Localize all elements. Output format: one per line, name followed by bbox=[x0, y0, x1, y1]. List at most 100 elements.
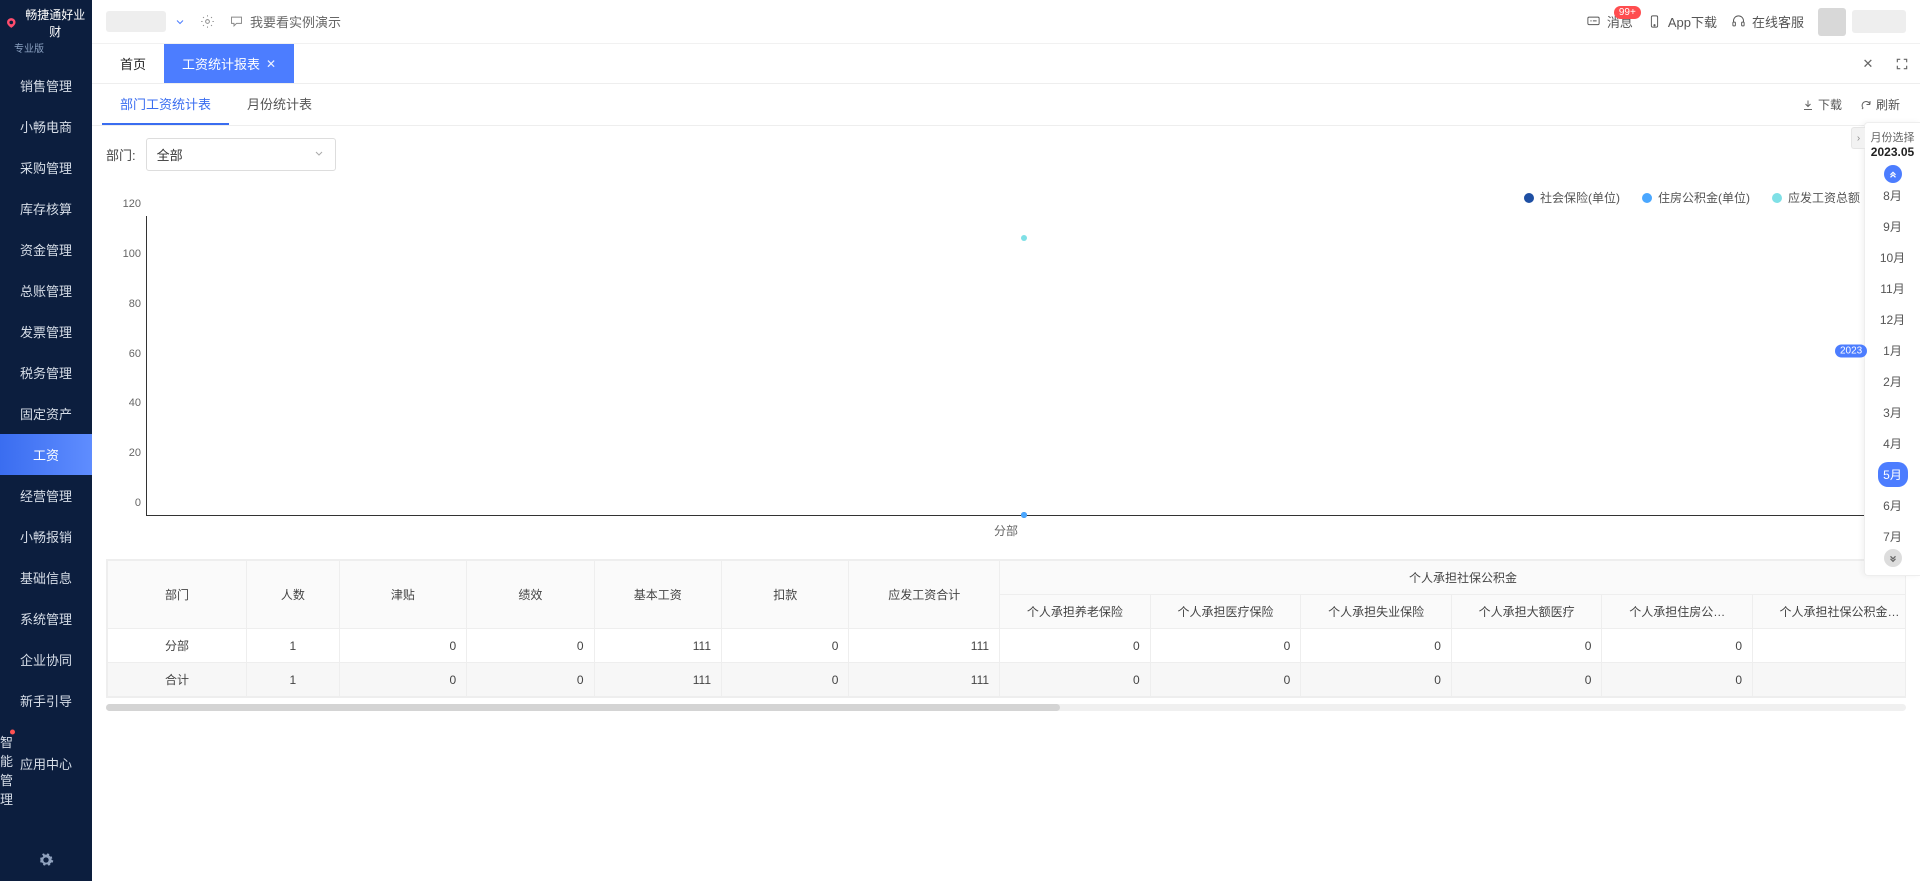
sidebar-item-6[interactable]: 发票管理 bbox=[0, 311, 92, 352]
th-allowance: 津贴 bbox=[339, 561, 466, 629]
sidebar-item-13[interactable]: 系统管理 bbox=[0, 598, 92, 639]
month-panel-value: 2023.05 bbox=[1871, 145, 1914, 159]
month-option[interactable]: 6月 bbox=[1865, 493, 1920, 518]
org-switcher[interactable] bbox=[106, 11, 186, 32]
tab-salary-label: 工资统计报表 bbox=[182, 54, 260, 73]
sidebar-item-9[interactable]: 工资 bbox=[0, 434, 92, 475]
mobile-icon bbox=[1647, 14, 1662, 29]
month-option[interactable]: 10月 bbox=[1865, 245, 1920, 270]
month-selector-panel: › 月份选择 2023.05 8月9月10月11月12月1月20232月3月4月… bbox=[1864, 122, 1920, 576]
headset-icon bbox=[1731, 14, 1746, 29]
sidebar-item-16[interactable]: 智能管理 bbox=[0, 721, 10, 743]
sidebar: 畅捷通好业财 专业版 销售管理小畅电商采购管理库存核算资金管理总账管理发票管理税… bbox=[0, 0, 92, 881]
subtab-dept-stats[interactable]: 部门工资统计表 bbox=[102, 84, 229, 125]
settings-icon[interactable] bbox=[0, 842, 92, 881]
download-button[interactable]: 下载 bbox=[1802, 96, 1842, 113]
month-scroll-down[interactable] bbox=[1884, 549, 1902, 567]
th-s2: 个人承担医疗保险 bbox=[1150, 595, 1301, 629]
org-settings-icon[interactable] bbox=[200, 14, 215, 29]
y-tick: 60 bbox=[111, 348, 141, 360]
th-dept: 部门 bbox=[108, 561, 247, 629]
month-option[interactable]: 1月2023 bbox=[1865, 338, 1920, 363]
year-marker: 2023 bbox=[1835, 344, 1867, 357]
month-option[interactable]: 8月 bbox=[1865, 183, 1920, 208]
subtabs: 部门工资统计表 月份统计表 bbox=[102, 84, 330, 125]
brand-edition: 专业版 bbox=[4, 40, 88, 55]
sidebar-item-15[interactable]: 新手引导 bbox=[0, 680, 92, 721]
horizontal-scrollbar[interactable] bbox=[106, 704, 1906, 711]
message-icon bbox=[1586, 14, 1601, 29]
support-button[interactable]: 在线客服 bbox=[1731, 12, 1804, 31]
dept-label: 部门: bbox=[106, 145, 136, 164]
y-tick: 100 bbox=[111, 248, 141, 260]
month-panel-title: 月份选择 bbox=[1871, 129, 1915, 145]
sidebar-item-7[interactable]: 税务管理 bbox=[0, 352, 92, 393]
messages-badge: 99+ bbox=[1614, 6, 1641, 19]
th-base: 基本工资 bbox=[594, 561, 721, 629]
month-option[interactable]: 9月 bbox=[1865, 214, 1920, 239]
chevron-down-icon bbox=[313, 147, 325, 162]
y-tick: 20 bbox=[111, 447, 141, 459]
table-row: 合计1001110111000000 bbox=[108, 663, 1907, 697]
legend-item[interactable]: 应发工资总额 bbox=[1772, 189, 1860, 206]
th-s5: 个人承担住房公… bbox=[1602, 595, 1753, 629]
y-tick: 0 bbox=[111, 497, 141, 509]
month-option[interactable]: 5月 bbox=[1878, 462, 1908, 487]
chart: 社会保险(单位)住房公积金(单位)应发工资总额 020406080100120 … bbox=[92, 183, 1920, 549]
th-group: 个人承担社保公积金 bbox=[1000, 561, 1906, 595]
fullscreen-button[interactable] bbox=[1890, 52, 1914, 76]
th-deduct: 扣款 bbox=[722, 561, 849, 629]
sidebar-item-8[interactable]: 固定资产 bbox=[0, 393, 92, 434]
dept-value: 全部 bbox=[157, 148, 183, 163]
demo-link[interactable]: 我要看实例演示 bbox=[229, 12, 341, 31]
app-download-button[interactable]: App下载 bbox=[1647, 12, 1717, 31]
close-icon[interactable]: ✕ bbox=[266, 57, 276, 71]
sidebar-item-12[interactable]: 基础信息 bbox=[0, 557, 92, 598]
dept-select[interactable]: 全部 bbox=[146, 138, 336, 171]
month-option[interactable]: 7月 bbox=[1865, 524, 1920, 549]
sidebar-item-3[interactable]: 库存核算 bbox=[0, 188, 92, 229]
filterbar: 部门: 全部 bbox=[92, 126, 1920, 183]
chart-plot: 020406080100120 bbox=[146, 216, 1900, 516]
month-option[interactable]: 3月 bbox=[1865, 400, 1920, 425]
messages-button[interactable]: 消息 99+ bbox=[1586, 12, 1633, 31]
table-row: 分部1001110111000000 bbox=[108, 629, 1907, 663]
avatar bbox=[1818, 8, 1846, 36]
subtab-month-stats[interactable]: 月份统计表 bbox=[229, 84, 330, 125]
sidebar-item-1[interactable]: 小畅电商 bbox=[0, 106, 92, 147]
data-point bbox=[1021, 235, 1027, 241]
panel-collapse-button[interactable]: › bbox=[1851, 127, 1865, 149]
sidebar-item-4[interactable]: 资金管理 bbox=[0, 229, 92, 270]
sidebar-item-0[interactable]: 销售管理 bbox=[0, 65, 92, 106]
sidebar-item-2[interactable]: 采购管理 bbox=[0, 147, 92, 188]
download-icon bbox=[1802, 99, 1814, 111]
sidebar-item-17[interactable]: 应用中心 bbox=[0, 743, 92, 784]
tab-home-label: 首页 bbox=[120, 54, 146, 73]
content: 部门工资统计表 月份统计表 下载 刷新 部门: 全部 bbox=[92, 84, 1920, 881]
month-option[interactable]: 2月 bbox=[1865, 369, 1920, 394]
th-payable: 应发工资合计 bbox=[849, 561, 1000, 629]
sidebar-item-10[interactable]: 经营管理 bbox=[0, 475, 92, 516]
month-option[interactable]: 12月 bbox=[1865, 307, 1920, 332]
month-option[interactable]: 11月 bbox=[1865, 276, 1920, 301]
refresh-button[interactable]: 刷新 bbox=[1860, 96, 1900, 113]
th-count: 人数 bbox=[247, 561, 340, 629]
sidebar-item-14[interactable]: 企业协同 bbox=[0, 639, 92, 680]
tab-home[interactable]: 首页 bbox=[102, 44, 164, 83]
data-point bbox=[1021, 512, 1027, 518]
sidebar-item-11[interactable]: 小畅报销 bbox=[0, 516, 92, 557]
th-s4: 个人承担大额医疗 bbox=[1451, 595, 1602, 629]
chevron-down-icon bbox=[174, 16, 186, 28]
close-all-button[interactable]: ✕ bbox=[1856, 52, 1880, 76]
month-option[interactable]: 4月 bbox=[1865, 431, 1920, 456]
user-menu[interactable] bbox=[1818, 8, 1906, 36]
brand-name: 畅捷通好业财 bbox=[23, 6, 88, 40]
sidebar-item-5[interactable]: 总账管理 bbox=[0, 270, 92, 311]
tab-salary-report[interactable]: 工资统计报表 ✕ bbox=[164, 44, 294, 83]
app-download-label: App下载 bbox=[1668, 12, 1717, 31]
th-s1: 个人承担养老保险 bbox=[1000, 595, 1151, 629]
legend-item[interactable]: 社会保险(单位) bbox=[1524, 189, 1620, 206]
legend-item[interactable]: 住房公积金(单位) bbox=[1642, 189, 1750, 206]
chart-xlabel: 分部 bbox=[112, 516, 1900, 549]
month-scroll-up[interactable] bbox=[1884, 165, 1902, 183]
